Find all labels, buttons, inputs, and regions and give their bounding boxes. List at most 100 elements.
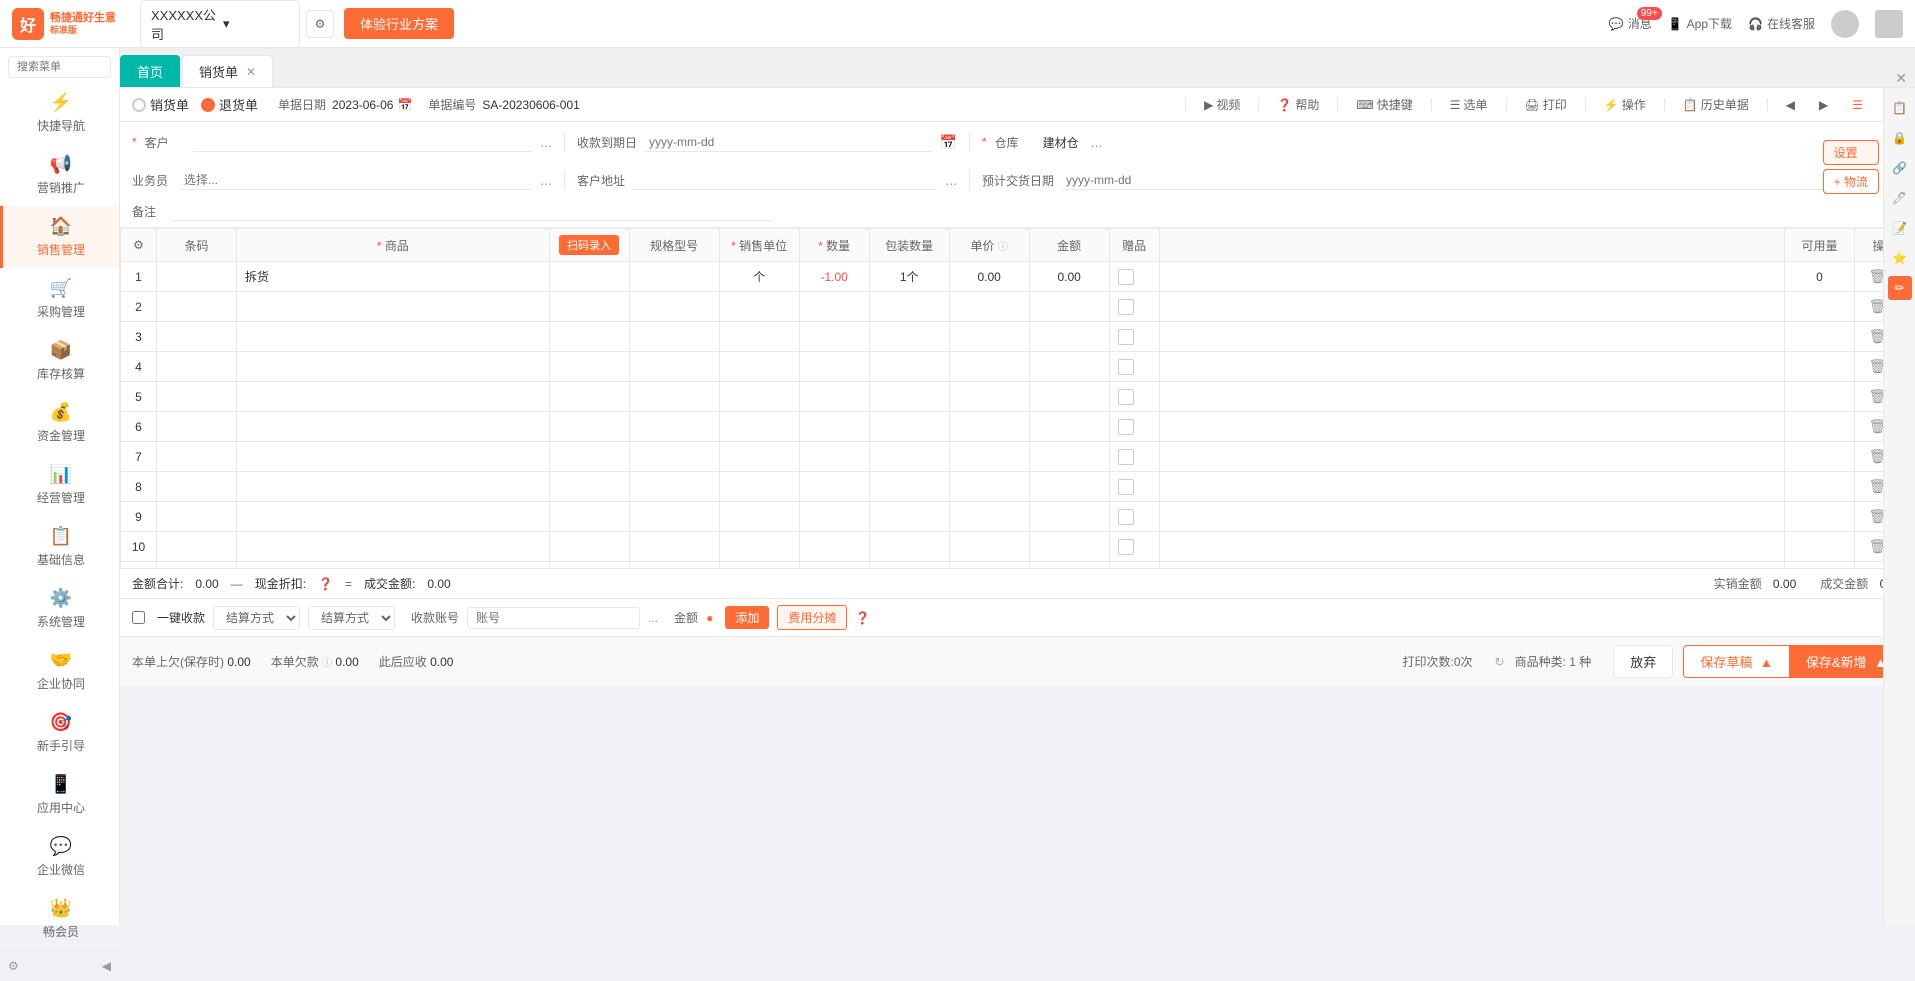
radio-sales-label[interactable]: 销货单: [132, 95, 189, 114]
right-tool-7[interactable]: ✏: [1888, 276, 1912, 300]
cell-gift[interactable]: [1109, 382, 1159, 412]
barcode-input[interactable]: [165, 480, 228, 494]
cell-barcode[interactable]: [157, 292, 237, 322]
add-payment-button[interactable]: 添加: [725, 606, 769, 629]
gift-checkbox[interactable]: [1118, 539, 1134, 555]
customer-ellipsis[interactable]: ...: [540, 134, 552, 150]
sidebar-item-inventory[interactable]: 📦 库存核算: [0, 330, 119, 392]
cell-price[interactable]: [949, 442, 1029, 472]
scan-button[interactable]: 扫码录入: [559, 235, 619, 255]
expense-split-button[interactable]: 费用分摊: [777, 605, 847, 630]
setting-button[interactable]: 设置: [1823, 140, 1879, 165]
cell-gift[interactable]: [1109, 472, 1159, 502]
gift-checkbox[interactable]: [1118, 299, 1134, 315]
cell-price[interactable]: 0.00: [949, 262, 1029, 292]
cell-qty[interactable]: [799, 472, 869, 502]
cell-barcode[interactable]: [157, 472, 237, 502]
cell-qty[interactable]: [799, 532, 869, 562]
settlement-type-select[interactable]: 结算方式: [308, 606, 395, 630]
cell-price[interactable]: [949, 502, 1029, 532]
list-view-btn[interactable]: ☰: [1846, 96, 1869, 114]
calendar-icon-date[interactable]: 📅: [397, 98, 412, 112]
close-tab-icon[interactable]: ✕: [1895, 70, 1907, 87]
cell-gift[interactable]: [1109, 442, 1159, 472]
price-info-icon[interactable]: ⓘ: [998, 242, 1008, 253]
settlement-select[interactable]: 结算方式: [213, 606, 300, 630]
toolbar-video[interactable]: ▶ 视频: [1198, 94, 1246, 115]
barcode-input[interactable]: [165, 270, 228, 284]
cell-gift[interactable]: [1109, 412, 1159, 442]
cell-spec[interactable]: [629, 292, 719, 322]
payment-ellipsis[interactable]: ...: [648, 611, 658, 625]
cell-qty[interactable]: [799, 322, 869, 352]
right-tool-6[interactable]: ⭐: [1888, 246, 1912, 270]
cell-gift[interactable]: [1109, 292, 1159, 322]
cell-barcode[interactable]: [157, 412, 237, 442]
right-tool-5[interactable]: 📝: [1888, 216, 1912, 240]
customer-address-input[interactable]: [633, 171, 937, 190]
user-menu[interactable]: [1875, 10, 1903, 38]
tab-sales-order[interactable]: 销货单 ✕: [182, 55, 273, 87]
cell-price[interactable]: [949, 352, 1029, 382]
salesperson-ellipsis[interactable]: ...: [540, 172, 552, 188]
cell-gift[interactable]: [1109, 532, 1159, 562]
cash-discount-help-icon[interactable]: ❓: [318, 577, 333, 591]
cell-qty[interactable]: [799, 412, 869, 442]
barcode-input[interactable]: [165, 540, 228, 554]
toolbar-print[interactable]: 🖨 打印: [1519, 94, 1573, 115]
barcode-input[interactable]: [165, 360, 228, 374]
online-support-item[interactable]: 🎧 在线客服: [1748, 15, 1815, 32]
gift-checkbox[interactable]: [1118, 329, 1134, 345]
sidebar-item-finance[interactable]: 💰 资金管理: [0, 392, 119, 454]
th-settings[interactable]: ⚙: [121, 229, 157, 262]
cell-spec[interactable]: [629, 412, 719, 442]
gift-checkbox[interactable]: [1118, 449, 1134, 465]
toolbar-shortcuts[interactable]: ⌨ 快捷键: [1350, 94, 1418, 115]
expected-delivery-input[interactable]: [1062, 171, 1878, 190]
cell-qty[interactable]: [799, 292, 869, 322]
gift-checkbox[interactable]: [1118, 359, 1134, 375]
barcode-input[interactable]: [165, 390, 228, 404]
cell-barcode[interactable]: [157, 322, 237, 352]
cell-gift[interactable]: [1109, 352, 1159, 382]
tab-close-icon[interactable]: ✕: [246, 65, 256, 79]
company-selector[interactable]: XXXXXX公司 ▾: [140, 0, 300, 48]
cell-qty[interactable]: [799, 442, 869, 472]
cell-gift[interactable]: [1109, 262, 1159, 292]
radio-return-label[interactable]: 退货单: [201, 95, 258, 114]
barcode-input[interactable]: [165, 510, 228, 524]
cell-spec[interactable]: [629, 262, 719, 292]
cell-qty[interactable]: [799, 502, 869, 532]
message-item[interactable]: 💬 消息 99+: [1609, 15, 1652, 32]
toolbar-help[interactable]: ❓ 帮助: [1271, 94, 1325, 115]
cell-price[interactable]: [949, 472, 1029, 502]
warehouse-ellipsis[interactable]: ...: [1091, 134, 1103, 150]
barcode-input[interactable]: [165, 300, 228, 314]
barcode-input[interactable]: [165, 420, 228, 434]
account-input[interactable]: [467, 607, 640, 629]
total-owed-help-icon[interactable]: ⓘ: [322, 658, 332, 669]
salesperson-input[interactable]: [180, 171, 532, 190]
sidebar-item-sales[interactable]: 🏠 销售管理: [0, 206, 119, 268]
sidebar-item-quick-nav[interactable]: ⚡ 快捷导航: [0, 82, 119, 144]
cell-spec[interactable]: [629, 442, 719, 472]
radio-return-btn[interactable]: [201, 98, 215, 112]
sidebar-item-wechat[interactable]: 💬 企业微信: [0, 826, 119, 888]
cell-gift[interactable]: [1109, 502, 1159, 532]
toolbar-operations[interactable]: ⚡ 操作: [1598, 94, 1652, 115]
toolbar-history[interactable]: 📋 历史单据: [1677, 94, 1755, 115]
th-scan[interactable]: 扫码录入: [549, 229, 629, 262]
remarks-input[interactable]: [172, 202, 772, 221]
sidebar-item-purchase[interactable]: 🛒 采购管理: [0, 268, 119, 330]
address-ellipsis[interactable]: ...: [945, 172, 957, 188]
toolbar-select[interactable]: ☰ 选单: [1444, 94, 1494, 115]
sidebar-item-app-center[interactable]: 📱 应用中心: [0, 764, 119, 826]
cell-barcode[interactable]: [157, 442, 237, 472]
next-record-btn[interactable]: ▶: [1813, 96, 1834, 114]
right-tool-2[interactable]: 🔒: [1888, 126, 1912, 150]
gift-checkbox[interactable]: [1118, 389, 1134, 405]
sidebar-settings-icon[interactable]: ⚙: [8, 959, 19, 973]
settings-gear-btn[interactable]: ⚙: [306, 10, 334, 38]
cell-price[interactable]: [949, 412, 1029, 442]
sidebar-item-system[interactable]: ⚙️ 系统管理: [0, 578, 119, 640]
